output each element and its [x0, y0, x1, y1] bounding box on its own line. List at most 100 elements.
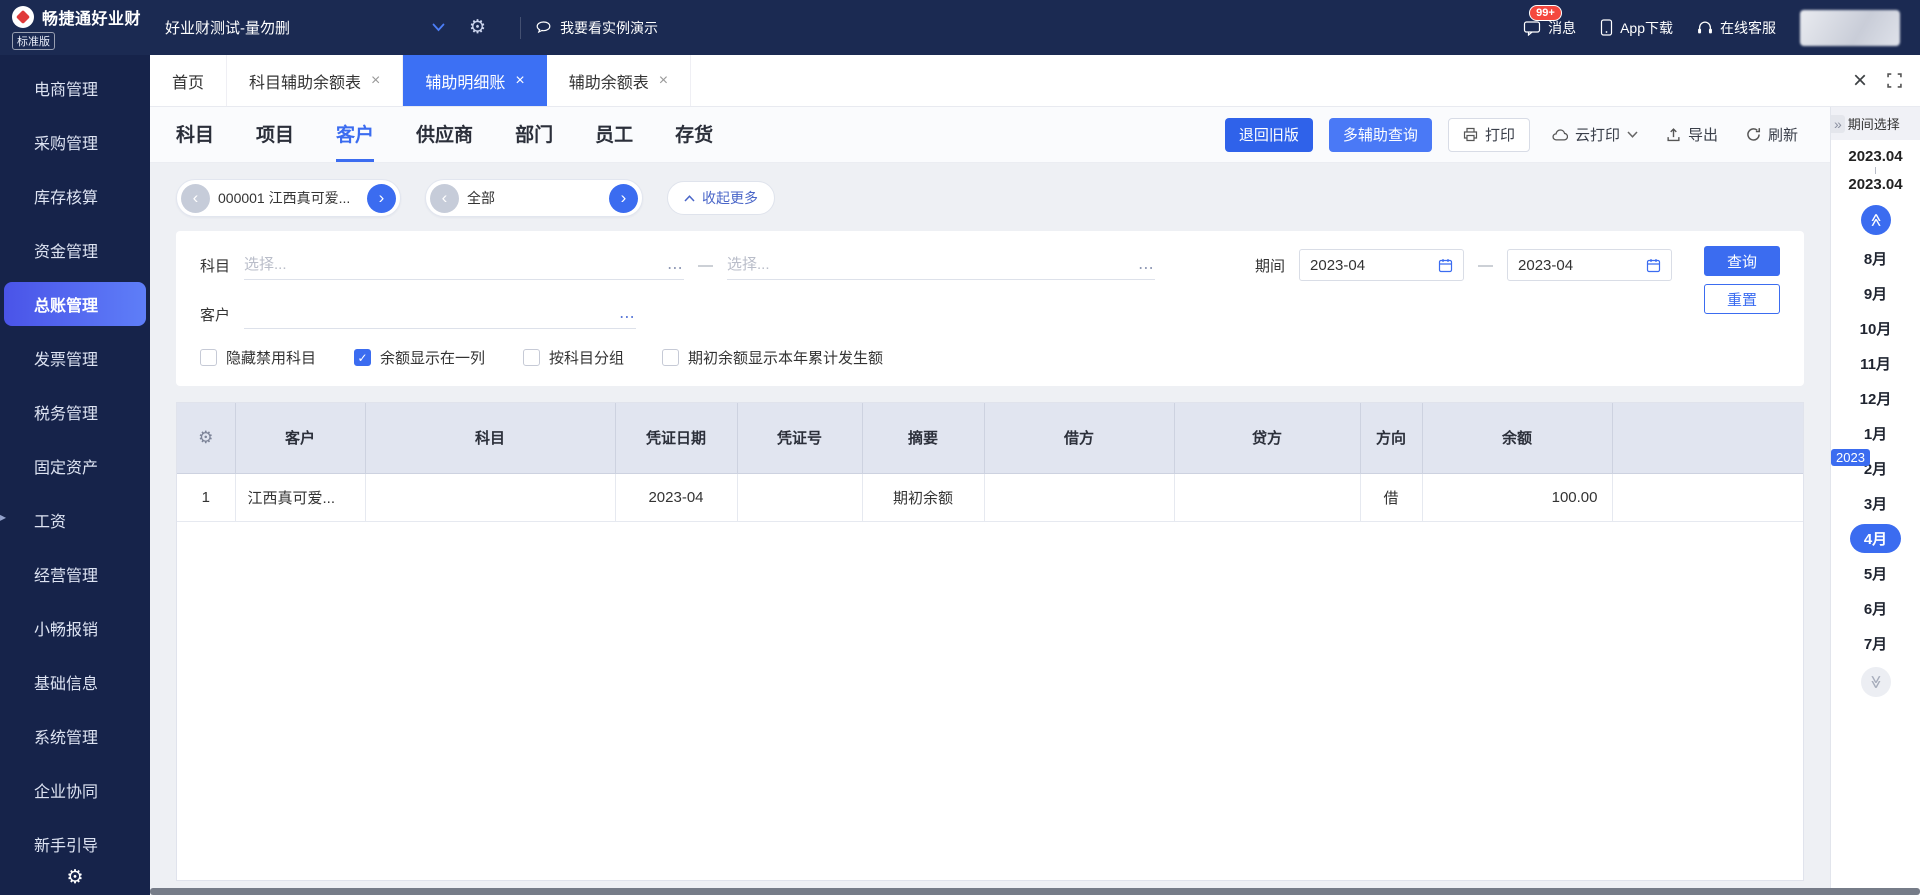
- messages-button[interactable]: 99+ 消息: [1523, 4, 1576, 38]
- sidebar-item[interactable]: 库存核算: [0, 169, 150, 223]
- month-item[interactable]: 10月: [1831, 311, 1920, 346]
- panel-collapse-icon[interactable]: »: [1831, 114, 1845, 133]
- subject-from-select[interactable]: 选择... ⋯: [244, 250, 685, 280]
- table-row[interactable]: 1 江西真可爱... 2023-04 期初余额 借 100.00: [177, 473, 1803, 522]
- prev-customer-icon[interactable]: ‹: [181, 183, 210, 213]
- table-empty-area: [177, 521, 1803, 880]
- online-service-button[interactable]: 在线客服: [1697, 18, 1776, 38]
- category-tab[interactable]: 科目: [176, 107, 214, 162]
- tab-close-icon[interactable]: ×: [371, 72, 380, 89]
- sidebar-item[interactable]: 小畅报销: [0, 601, 150, 655]
- sidebar-item[interactable]: 发票管理: [0, 331, 150, 385]
- horizontal-scrollbar[interactable]: [150, 888, 1920, 895]
- main-content: ‹ 000001 江西真可爱... › ‹ 全部 › 收起更多 科目 选择...…: [150, 163, 1830, 895]
- sidebar-item[interactable]: 总账管理: [4, 282, 146, 326]
- sidebar-item[interactable]: 资金管理: [0, 223, 150, 277]
- scope-pager-pill[interactable]: ‹ 全部 ›: [425, 179, 643, 217]
- filter-checkbox[interactable]: ✓ 按科目分组: [523, 347, 624, 368]
- sidebar-item[interactable]: 工资: [0, 493, 150, 547]
- month-item[interactable]: 4月: [1831, 521, 1920, 556]
- settings-gear-icon[interactable]: ⚙: [469, 16, 486, 39]
- user-info-redacted[interactable]: [1800, 9, 1900, 46]
- category-tab[interactable]: 项目: [256, 107, 294, 162]
- collapse-more-button[interactable]: 收起更多: [667, 181, 775, 215]
- period-to-display: 2023.04: [1848, 176, 1903, 193]
- tab[interactable]: 首页: [150, 55, 228, 106]
- filter-checkbox[interactable]: ✓ 余额显示在一列: [354, 347, 485, 368]
- reset-button[interactable]: 重置: [1704, 284, 1780, 314]
- month-item[interactable]: 7月: [1831, 626, 1920, 661]
- refresh-button[interactable]: 刷新: [1740, 118, 1804, 152]
- next-scope-icon[interactable]: ›: [609, 183, 638, 213]
- month-item[interactable]: 3月: [1831, 486, 1920, 521]
- month-item[interactable]: 12月: [1831, 381, 1920, 416]
- sidebar-item[interactable]: 基础信息: [0, 655, 150, 709]
- query-button[interactable]: 查询: [1704, 246, 1780, 276]
- export-button[interactable]: 导出: [1660, 118, 1724, 152]
- month-item[interactable]: 5月: [1831, 556, 1920, 591]
- month-item[interactable]: 8月: [1831, 241, 1920, 276]
- next-customer-icon[interactable]: ›: [367, 183, 396, 213]
- tab[interactable]: 辅助余额表 ×: [547, 55, 692, 106]
- category-tab[interactable]: 供应商: [416, 107, 473, 162]
- multi-assist-query-button[interactable]: 多辅助查询: [1328, 117, 1432, 152]
- category-tabs: 科目 项目 客户 供应商 部门 员工 存货: [176, 107, 713, 162]
- tab[interactable]: 科目辅助余额表 ×: [227, 55, 404, 106]
- category-tab[interactable]: 客户: [336, 107, 375, 162]
- demo-link[interactable]: 我要看实例演示: [535, 18, 658, 38]
- subject-label: 科目: [200, 257, 231, 275]
- scroll-months-up-button[interactable]: ≪: [1860, 205, 1891, 235]
- sidebar-item[interactable]: 经营管理: [0, 547, 150, 601]
- table-header-row: ⚙ 客户 科目 凭证日期 凭证号 摘要 借方 贷方 方向 余额: [177, 403, 1803, 474]
- sidebar-item[interactable]: 采购管理: [0, 115, 150, 169]
- month-item[interactable]: 6月: [1831, 591, 1920, 626]
- category-tab[interactable]: 存货: [675, 107, 713, 162]
- month-item[interactable]: 9月: [1831, 276, 1920, 311]
- subject-to-select[interactable]: 选择... ⋯: [727, 250, 1156, 280]
- col-direction: 方向: [1360, 403, 1423, 474]
- sidebar-item[interactable]: 新手引导: [0, 817, 150, 871]
- scroll-months-down-button[interactable]: ≪: [1860, 667, 1891, 697]
- month-label: 8月: [1863, 251, 1888, 268]
- cloud-print-button[interactable]: 云打印: [1546, 118, 1644, 152]
- sidebar-item[interactable]: 电商管理: [0, 61, 150, 115]
- month-label: 11月: [1860, 356, 1891, 373]
- sidebar-settings-gear-icon[interactable]: ⚙: [0, 866, 150, 889]
- category-tab[interactable]: 员工: [595, 107, 633, 162]
- customer-select[interactable]: ⋯: [244, 299, 637, 329]
- sidebar-expand-arrow-icon[interactable]: ▸: [0, 510, 6, 524]
- ellipsis-picker-icon[interactable]: ⋯: [619, 310, 636, 325]
- org-selector-dropdown[interactable]: 好业财测试-量勿删: [155, 11, 455, 45]
- tab-close-icon[interactable]: ×: [659, 72, 668, 89]
- cell-summary: 期初余额: [862, 473, 985, 522]
- filter-checkbox[interactable]: ✓ 期初余额显示本年累计发生额: [662, 347, 883, 368]
- tab[interactable]: 辅助明细账 ×: [403, 55, 547, 106]
- month-label: 12月: [1859, 391, 1892, 408]
- app-download-label: App下载: [1620, 19, 1673, 36]
- sidebar-item[interactable]: 固定资产: [0, 439, 150, 493]
- phone-icon: [1600, 19, 1613, 36]
- month-item[interactable]: 11月: [1831, 346, 1920, 381]
- close-icon[interactable]: ×: [1853, 68, 1867, 93]
- sidebar-item-label: 资金管理: [34, 244, 99, 261]
- sidebar-item[interactable]: 税务管理: [0, 385, 150, 439]
- month-item[interactable]: 1月: [1831, 416, 1920, 451]
- customer-pager-pill[interactable]: ‹ 000001 江西真可爱... ›: [176, 179, 401, 217]
- ellipsis-picker-icon[interactable]: ⋯: [667, 261, 684, 276]
- sidebar-item[interactable]: 系统管理: [0, 709, 150, 763]
- filter-checkbox[interactable]: ✓ 隐藏禁用科目: [200, 347, 316, 368]
- period-from-input[interactable]: 2023-04: [1299, 249, 1465, 281]
- column-settings-gear-icon[interactable]: ⚙: [177, 403, 236, 474]
- fullscreen-icon[interactable]: [1887, 73, 1902, 88]
- tab-close-icon[interactable]: ×: [515, 72, 524, 89]
- app-download-button[interactable]: App下载: [1600, 18, 1673, 38]
- prev-scope-icon[interactable]: ‹: [430, 183, 459, 213]
- sidebar-item[interactable]: 企业协同: [0, 763, 150, 817]
- category-tab[interactable]: 部门: [515, 107, 553, 162]
- demo-link-label: 我要看实例演示: [560, 19, 659, 36]
- print-button[interactable]: 打印: [1447, 117, 1530, 152]
- back-to-old-button[interactable]: 退回旧版: [1224, 117, 1313, 152]
- col-voucher-no: 凭证号: [737, 403, 863, 474]
- period-to-input[interactable]: 2023-04: [1507, 249, 1673, 281]
- ellipsis-picker-icon[interactable]: ⋯: [1138, 261, 1155, 276]
